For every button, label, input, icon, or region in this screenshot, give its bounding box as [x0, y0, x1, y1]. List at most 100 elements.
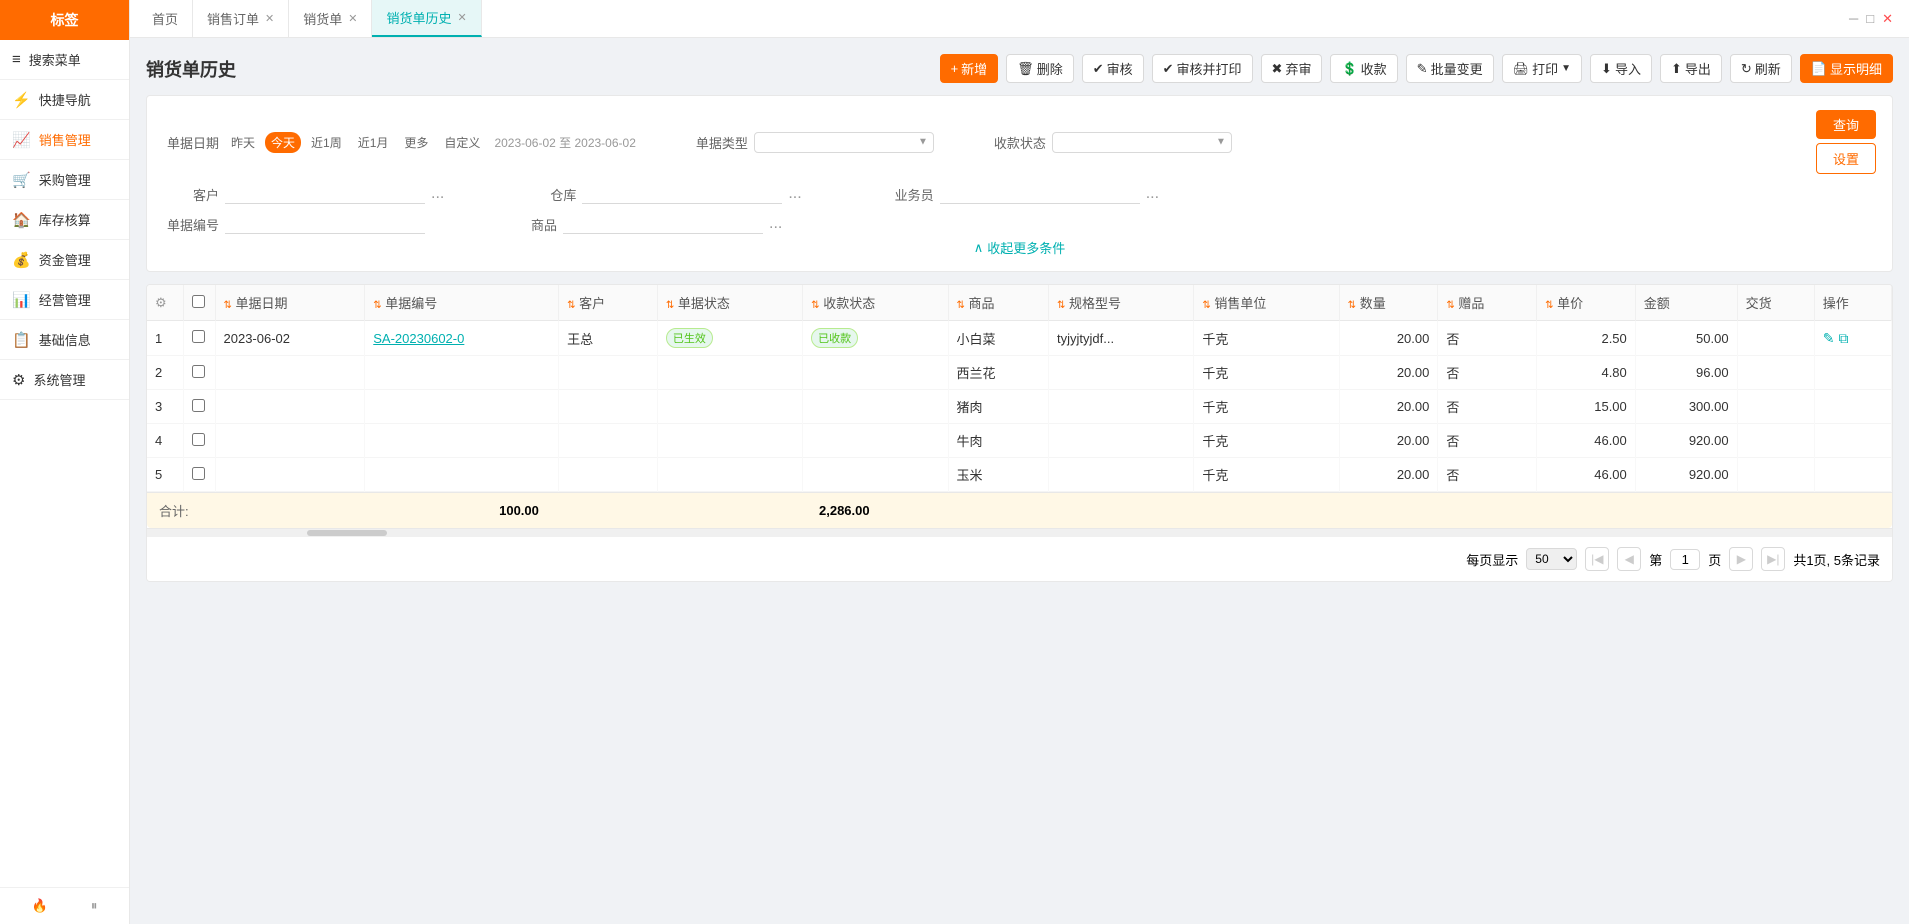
doc-no-link[interactable]: SA-20230602-0	[373, 331, 464, 346]
pay-status-sort-icon[interactable]: ⇅	[811, 300, 819, 311]
horizontal-scrollbar[interactable]	[147, 528, 1892, 536]
row-checkbox[interactable]	[192, 330, 205, 343]
row-checkbox[interactable]	[192, 399, 205, 412]
collect-button[interactable]: 💲 收款	[1330, 54, 1397, 83]
customer-cell	[559, 458, 658, 492]
staff-input[interactable]	[940, 184, 1140, 204]
qty-cell: 20.00	[1339, 390, 1438, 424]
sales-mgmt-icon: 📈	[12, 131, 31, 149]
import-button[interactable]: ⬇ 导入	[1590, 54, 1652, 83]
page-number-input[interactable]	[1670, 549, 1700, 570]
fire-icon[interactable]: 🔥	[32, 898, 48, 914]
spec-sort-icon[interactable]: ⇅	[1057, 300, 1065, 311]
per-page-select[interactable]: 50 100	[1526, 548, 1577, 570]
audit-print-button[interactable]: ✔ 审核并打印	[1152, 54, 1253, 83]
last-page-button[interactable]: ▶|	[1761, 547, 1785, 571]
sidebar-item-sys-mgmt[interactable]: ⚙ 系统管理	[0, 360, 129, 400]
sidebar-item-inventory[interactable]: 🏠 库存核算	[0, 200, 129, 240]
custom-shortcut[interactable]: 自定义	[438, 132, 486, 153]
window-minimize-icon[interactable]: ─	[1849, 11, 1858, 26]
tab-sales-history[interactable]: 销货单历史 ✕	[372, 0, 481, 37]
query-button[interactable]: 查询	[1816, 110, 1876, 139]
row-checkbox[interactable]	[192, 365, 205, 378]
doc-no-cell	[365, 390, 559, 424]
more-shortcut[interactable]: 更多	[398, 132, 434, 153]
show-detail-button[interactable]: 📄 显示明细	[1800, 54, 1893, 83]
refresh-icon: ↻	[1741, 61, 1752, 77]
audit-button[interactable]: ✔ 审核	[1082, 54, 1144, 83]
batch-change-button[interactable]: ✎ 批量变更	[1406, 54, 1494, 83]
page-label: 第	[1649, 550, 1662, 569]
doc-no-cell[interactable]: SA-20230602-0	[365, 321, 559, 356]
customer-dots[interactable]: ...	[431, 185, 444, 203]
sidebar-item-operations[interactable]: 📊 经营管理	[0, 280, 129, 320]
print-button[interactable]: 🖨 打印 ▼	[1502, 54, 1582, 83]
sidebar-item-purchase-mgmt[interactable]: 🛒 采购管理	[0, 160, 129, 200]
copy-action-button[interactable]: ⧉	[1838, 330, 1848, 347]
row-checkbox[interactable]	[192, 433, 205, 446]
tab-sales-order[interactable]: 销售订单 ✕	[193, 0, 289, 37]
doc-no-sort-icon[interactable]: ⇅	[373, 300, 381, 311]
scrollbar-thumb[interactable]	[307, 530, 387, 536]
table-footer: 合计: 100.00 2,286.00	[147, 492, 1892, 528]
qty-sort-icon[interactable]: ⇅	[1348, 300, 1356, 311]
warehouse-input[interactable]	[582, 184, 782, 204]
tab-sales-history-label: 销货单历史	[386, 8, 451, 27]
add-button[interactable]: + 新增	[940, 54, 999, 83]
payment-status-select[interactable]	[1052, 132, 1232, 153]
yesterday-shortcut[interactable]: 昨天	[225, 132, 261, 153]
customer-input[interactable]	[225, 184, 425, 204]
month-shortcut[interactable]: 近1月	[352, 132, 395, 153]
next-page-button[interactable]: ▶	[1729, 547, 1753, 571]
refresh-label: 刷新	[1755, 59, 1781, 78]
select-all-checkbox[interactable]	[192, 295, 205, 308]
tab-sales-goods-close[interactable]: ✕	[348, 12, 357, 25]
price-sort-icon[interactable]: ⇅	[1545, 300, 1553, 311]
first-page-button[interactable]: |◀	[1585, 547, 1609, 571]
doc-status-sort-icon[interactable]: ⇅	[666, 300, 674, 311]
amount-cell: 300.00	[1635, 390, 1737, 424]
gift-sort-icon[interactable]: ⇅	[1446, 300, 1454, 311]
pause-icon[interactable]: ⏸	[91, 898, 98, 914]
actions-cell[interactable]: ✎⧉	[1814, 321, 1891, 356]
goods-dots[interactable]: ...	[769, 215, 782, 233]
window-maximize-icon[interactable]: □	[1866, 11, 1874, 26]
sidebar-item-search-menu[interactable]: ≡ 搜索菜单	[0, 40, 129, 80]
export-button[interactable]: ⬆ 导出	[1660, 54, 1722, 83]
qty-cell: 20.00	[1339, 458, 1438, 492]
sidebar-item-basic-info[interactable]: 📋 基础信息	[0, 320, 129, 360]
sidebar-item-finance[interactable]: 💰 资金管理	[0, 240, 129, 280]
tab-sales-goods[interactable]: 销货单 ✕	[289, 0, 372, 37]
price-cell: 4.80	[1537, 356, 1636, 390]
window-close-icon[interactable]: ✕	[1882, 11, 1893, 27]
goods-sort-icon[interactable]: ⇅	[957, 300, 965, 311]
prev-page-button[interactable]: ◀	[1617, 547, 1641, 571]
sidebar-item-quick-nav[interactable]: ⚡ 快捷导航	[0, 80, 129, 120]
price-cell: 46.00	[1537, 424, 1636, 458]
table-settings-icon[interactable]: ⚙	[155, 295, 167, 310]
tab-home[interactable]: 首页	[138, 0, 193, 37]
audit-print-label: 审核并打印	[1177, 59, 1242, 78]
delete-button[interactable]: 🗑 删除	[1006, 54, 1074, 83]
doc-date-sort-icon[interactable]: ⇅	[224, 300, 232, 311]
set-button[interactable]: 设置	[1816, 143, 1876, 174]
row-checkbox[interactable]	[192, 467, 205, 480]
abandon-button[interactable]: ✖ 弃审	[1261, 54, 1323, 83]
warehouse-dots[interactable]: ...	[788, 185, 801, 203]
transaction-cell	[1737, 321, 1814, 356]
doc-no-input[interactable]	[225, 214, 425, 234]
staff-dots[interactable]: ...	[1146, 185, 1159, 203]
week-shortcut[interactable]: 近1周	[305, 132, 348, 153]
tab-sales-history-close[interactable]: ✕	[458, 11, 467, 24]
tab-sales-order-close[interactable]: ✕	[265, 12, 274, 25]
refresh-button[interactable]: ↻ 刷新	[1730, 54, 1792, 83]
goods-input[interactable]	[563, 214, 763, 234]
customer-sort-icon[interactable]: ⇅	[567, 300, 575, 311]
price-cell: 46.00	[1537, 458, 1636, 492]
edit-action-button[interactable]: ✎	[1823, 330, 1835, 347]
sidebar-item-sales-mgmt[interactable]: 📈 销售管理	[0, 120, 129, 160]
collapse-button[interactable]: ∧ 收起更多条件	[974, 238, 1066, 257]
doc-type-select[interactable]	[754, 132, 934, 153]
unit-sort-icon[interactable]: ⇅	[1202, 300, 1210, 311]
today-shortcut[interactable]: 今天	[265, 132, 301, 153]
